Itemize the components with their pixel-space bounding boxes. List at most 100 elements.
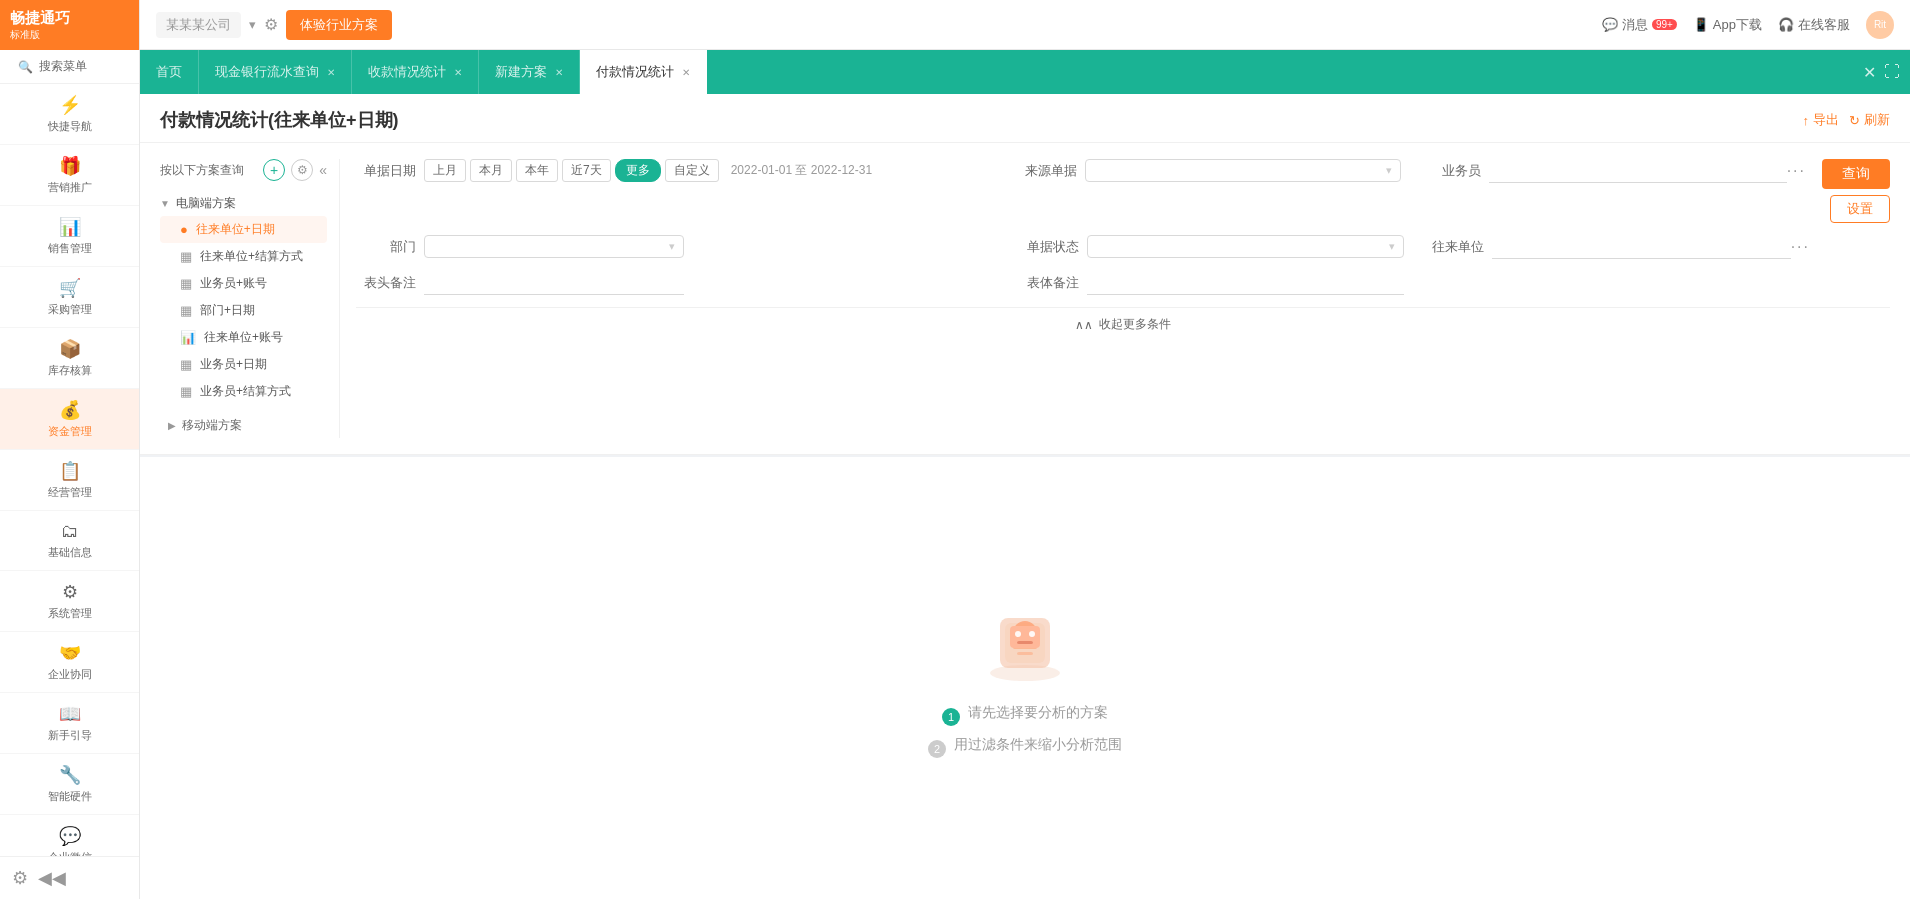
- query-btn[interactable]: 查询: [1822, 159, 1890, 189]
- date-btn-7days[interactable]: 近7天: [562, 159, 611, 182]
- sidebar-settings-btn[interactable]: ⚙: [12, 867, 28, 889]
- message-label: 消息: [1622, 16, 1648, 34]
- scheme-toolbar: 按以下方案查询 + ⚙ «: [160, 159, 327, 181]
- sidebar-item-zhineng[interactable]: 🔧 智能硬件: [0, 754, 139, 815]
- app-download-btn[interactable]: 📱 App下载: [1693, 16, 1762, 34]
- online-service-btn[interactable]: 🎧 在线客服: [1778, 16, 1850, 34]
- sidebar-item-label: 企业协同: [48, 667, 92, 682]
- sidebar-item-label: 库存核算: [48, 363, 92, 378]
- user-avatar[interactable]: Rit: [1866, 11, 1894, 39]
- tab-new-plan-close[interactable]: ✕: [555, 67, 563, 78]
- scheme-item-label-1: 往来单位+结算方式: [200, 248, 303, 265]
- tab-payment-label: 付款情况统计: [596, 63, 674, 81]
- scheme-collapse-btn[interactable]: «: [319, 162, 327, 178]
- topbar-right: 💬 消息 99+ 📱 App下载 🎧 在线客服 Rit: [1602, 11, 1894, 39]
- sidebar-item-yingxiao[interactable]: 🎁 营销推广: [0, 145, 139, 206]
- filter-actions: 查询 设置: [1806, 159, 1890, 223]
- refresh-btn[interactable]: ↻ 刷新: [1849, 111, 1890, 129]
- topbar-settings-icon[interactable]: ⚙: [264, 15, 278, 34]
- date-btn-this-month[interactable]: 本月: [470, 159, 512, 182]
- sidebar-item-qiye[interactable]: 🤝 企业协同: [0, 632, 139, 693]
- salesman-more-btn[interactable]: ···: [1787, 162, 1806, 180]
- scheme-group-desktop: ▼ 电脑端方案 ● 往来单位+日期 ▦ 往来单位+结算方式 ▦: [160, 191, 327, 405]
- sidebar-collapse-btn[interactable]: ◀◀: [38, 867, 66, 889]
- date-btn-this-year[interactable]: 本年: [516, 159, 558, 182]
- tab-cash[interactable]: 现金银行流水查询 ✕: [199, 50, 352, 94]
- hint-num-2: 2: [928, 740, 946, 758]
- export-icon: ↑: [1803, 113, 1810, 128]
- partner-input[interactable]: [1492, 235, 1790, 259]
- tab-cash-close[interactable]: ✕: [327, 67, 335, 78]
- kucun-icon: 📦: [59, 338, 81, 360]
- scheme-mobile-label: 移动端方案: [182, 417, 242, 434]
- scheme-item-2[interactable]: ▦ 业务员+账号: [160, 270, 327, 297]
- search-menu[interactable]: 🔍 搜索菜单: [0, 50, 139, 84]
- tab-cash-label: 现金银行流水查询: [215, 63, 319, 81]
- sidebar-item-zijin[interactable]: 💰 资金管理: [0, 389, 139, 450]
- company-selector[interactable]: 某某某公司: [156, 12, 241, 38]
- tab-payment[interactable]: 付款情况统计 ✕: [580, 50, 707, 94]
- tab-close-all-btn[interactable]: ✕: [1863, 63, 1876, 82]
- collapse-more-btn[interactable]: ∧∧ 收起更多条件: [356, 307, 1890, 341]
- docstatus-label: 单据状态: [1019, 238, 1079, 256]
- sidebar-item-jichu[interactable]: 🗂 基础信息: [0, 511, 139, 571]
- export-label: 导出: [1813, 111, 1839, 129]
- tab-new-plan[interactable]: 新建方案 ✕: [479, 50, 580, 94]
- tab-income-close[interactable]: ✕: [454, 67, 462, 78]
- sidebar-item-label: 采购管理: [48, 302, 92, 317]
- tab-income[interactable]: 收款情况统计 ✕: [352, 50, 479, 94]
- tab-expand-btn[interactable]: ⛶: [1884, 63, 1900, 81]
- sidebar-item-label: 快捷导航: [48, 119, 92, 134]
- scheme-add-btn[interactable]: +: [263, 159, 285, 181]
- tab-home[interactable]: 首页: [140, 50, 199, 94]
- hint-num-1: 1: [942, 708, 960, 726]
- scheme-group-desktop-header[interactable]: ▼ 电脑端方案: [160, 191, 327, 216]
- message-icon: 💬: [1602, 17, 1618, 32]
- scheme-item-icon-4: 📊: [180, 330, 196, 345]
- sidebar-item-caigou[interactable]: 🛒 采购管理: [0, 267, 139, 328]
- sidebar-item-xinshou[interactable]: 📖 新手引导: [0, 693, 139, 754]
- note-head-field: 表头备注: [356, 271, 999, 295]
- empty-state: 1 请先选择要分析的方案 2 用过滤条件来缩小分析范围: [140, 457, 1910, 899]
- content-area: 付款情况统计(往来单位+日期) ↑ 导出 ↻ 刷新 按: [140, 94, 1910, 899]
- topbar: 某某某公司 ▾ ⚙ 体验行业方案 💬 消息 99+ 📱 App下载 🎧 在线客服: [140, 0, 1910, 50]
- sidebar-item-kucun[interactable]: 📦 库存核算: [0, 328, 139, 389]
- docstatus-select[interactable]: ▾: [1087, 235, 1405, 258]
- svg-rect-8: [1029, 631, 1035, 637]
- jichu-icon: 🗂: [61, 521, 79, 542]
- scheme-item-label-5: 业务员+日期: [200, 356, 267, 373]
- scheme-settings-btn[interactable]: ⚙: [291, 159, 313, 181]
- logo-subtitle: 标准版: [10, 28, 70, 42]
- date-btn-custom[interactable]: 自定义: [665, 159, 719, 182]
- sidebar-item-xitong[interactable]: ⚙ 系统管理: [0, 571, 139, 632]
- note-body-input[interactable]: [1087, 271, 1405, 295]
- partner-more-btn[interactable]: ···: [1791, 238, 1810, 256]
- export-btn[interactable]: ↑ 导出: [1803, 111, 1840, 129]
- scheme-item-4[interactable]: 📊 往来单位+账号: [160, 324, 327, 351]
- hint-text-1: 请先选择要分析的方案: [968, 704, 1108, 722]
- date-btn-more[interactable]: 更多: [615, 159, 661, 182]
- sidebar-item-xiaoshou[interactable]: 📊 销售管理: [0, 206, 139, 267]
- scheme-item-6[interactable]: ▦ 业务员+结算方式: [160, 378, 327, 405]
- source-select[interactable]: ▾: [1085, 159, 1402, 182]
- scheme-item-0[interactable]: ● 往来单位+日期: [160, 216, 327, 243]
- scheme-item-1[interactable]: ▦ 往来单位+结算方式: [160, 243, 327, 270]
- sidebar-item-jingying[interactable]: 📋 经营管理: [0, 450, 139, 511]
- logo-text: 畅捷通巧: [10, 9, 70, 28]
- scheme-item-5[interactable]: ▦ 业务员+日期: [160, 351, 327, 378]
- scheme-item-3[interactable]: ▦ 部门+日期: [160, 297, 327, 324]
- message-btn[interactable]: 💬 消息 99+: [1602, 16, 1677, 34]
- app-icon: 📱: [1693, 17, 1709, 32]
- dept-select[interactable]: ▾: [424, 235, 684, 258]
- sidebar-item-kuaijie[interactable]: ⚡ 快捷导航: [0, 84, 139, 145]
- scheme-mobile-group[interactable]: ▶ 移动端方案: [160, 413, 327, 438]
- page-actions: ↑ 导出 ↻ 刷新: [1803, 111, 1891, 129]
- note-head-input[interactable]: [424, 271, 684, 295]
- company-dropdown-icon[interactable]: ▾: [249, 17, 256, 32]
- sidebar-item-weixin[interactable]: 💬 企业微信: [0, 815, 139, 856]
- salesman-input[interactable]: [1489, 159, 1786, 183]
- filter-settings-btn[interactable]: 设置: [1830, 195, 1890, 223]
- trial-btn[interactable]: 体验行业方案: [286, 10, 392, 40]
- tab-payment-close[interactable]: ✕: [682, 67, 690, 78]
- date-btn-last-month[interactable]: 上月: [424, 159, 466, 182]
